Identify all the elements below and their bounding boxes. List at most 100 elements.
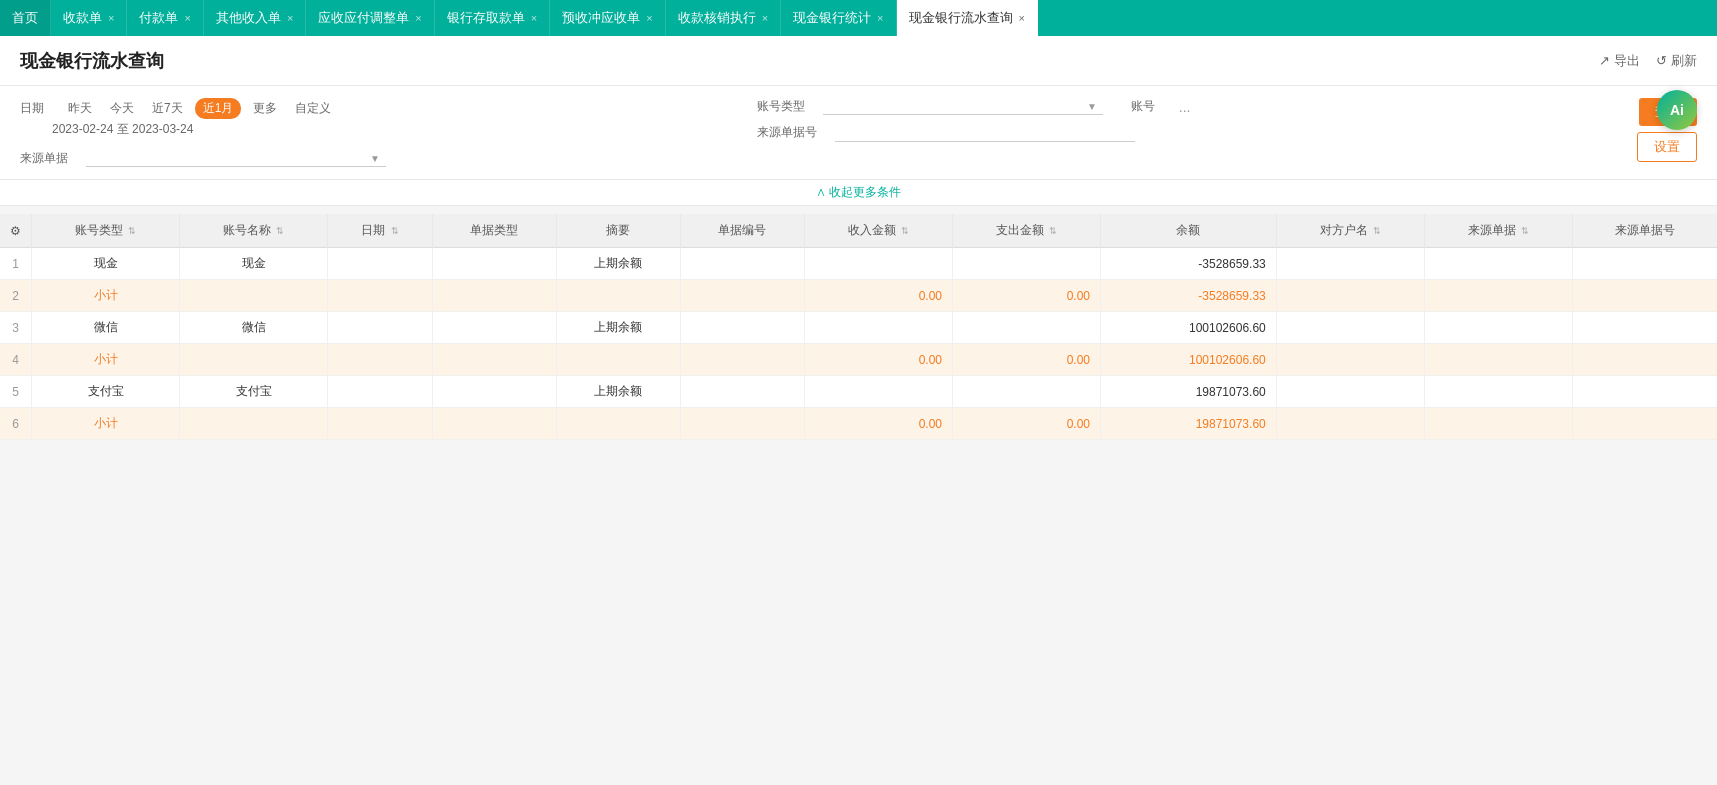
- row-number: 4: [0, 344, 32, 376]
- table-cell: 19871073.60: [1101, 408, 1277, 440]
- date-range-display: 2023-02-24 至 2023-03-24: [52, 122, 193, 136]
- table-cell: [953, 248, 1101, 280]
- col-date[interactable]: 日期 ⇅: [328, 214, 433, 248]
- table-cell: 微信: [180, 312, 328, 344]
- table-row: 1现金现金上期余额-3528659.33: [0, 248, 1717, 280]
- col-income[interactable]: 收入金额 ⇅: [805, 214, 953, 248]
- nav-bank-flow-close[interactable]: ×: [1019, 12, 1025, 24]
- table-cell: 100102606.60: [1101, 344, 1277, 376]
- col-account-name-sort-icon: ⇅: [276, 226, 284, 236]
- table-cell: [180, 408, 328, 440]
- table-cell: [432, 312, 556, 344]
- col-account-name[interactable]: 账号名称 ⇅: [180, 214, 328, 248]
- account-dots[interactable]: ...: [1173, 99, 1197, 115]
- filter-row-source: 来源单据 ▼: [20, 150, 737, 167]
- table-cell: [953, 312, 1101, 344]
- table-cell: [432, 376, 556, 408]
- nav-bank-deposit[interactable]: 银行存取款单 ×: [435, 0, 550, 36]
- ai-badge[interactable]: Ai: [1657, 90, 1697, 130]
- col-expense-label: 支出金额: [996, 223, 1044, 237]
- date-more[interactable]: 更多: [247, 98, 283, 119]
- nav-payments[interactable]: 付款单 ×: [127, 0, 203, 36]
- date-label: 日期: [20, 100, 44, 117]
- header-actions: ↗ 导出 ↺ 刷新: [1599, 52, 1697, 70]
- col-source-doc[interactable]: 来源单据 ⇅: [1424, 214, 1572, 248]
- table-cell: [1276, 408, 1424, 440]
- nav-home[interactable]: 首页: [0, 0, 51, 36]
- table-row: 5支付宝支付宝上期余额19871073.60: [0, 376, 1717, 408]
- top-nav: 首页 收款单 × 付款单 × 其他收入单 × 应收应付调整单 × 银行存取款单 …: [0, 0, 1717, 36]
- col-balance[interactable]: 余额: [1101, 214, 1277, 248]
- nav-receipt-exec-close[interactable]: ×: [762, 12, 768, 24]
- nav-prepay-offset-close[interactable]: ×: [646, 12, 652, 24]
- date-7days[interactable]: 近7天: [146, 98, 189, 119]
- nav-receipt-exec[interactable]: 收款核销执行 ×: [666, 0, 781, 36]
- col-date-sort-icon: ⇅: [391, 226, 399, 236]
- table-cell: [328, 344, 433, 376]
- col-doc-type-label: 单据类型: [470, 223, 518, 237]
- col-expense[interactable]: 支出金额 ⇅: [953, 214, 1101, 248]
- nav-payments-close[interactable]: ×: [184, 12, 190, 24]
- nav-receipts-close[interactable]: ×: [108, 12, 114, 24]
- nav-prepay-offset-label: 预收冲应收单: [562, 9, 640, 27]
- table-cell: [805, 248, 953, 280]
- table-cell: [1424, 408, 1572, 440]
- nav-receipts[interactable]: 收款单 ×: [51, 0, 127, 36]
- col-summary[interactable]: 摘要: [556, 214, 680, 248]
- table-cell: [1424, 248, 1572, 280]
- col-source-doc-no-label: 来源单据号: [1615, 223, 1675, 237]
- table-cell: [1572, 312, 1717, 344]
- export-button[interactable]: ↗ 导出: [1599, 52, 1640, 70]
- table-cell: [1572, 376, 1717, 408]
- nav-bank-stats-close[interactable]: ×: [877, 12, 883, 24]
- table-settings-icon[interactable]: ⚙: [10, 224, 21, 238]
- date-today[interactable]: 今天: [104, 98, 140, 119]
- col-date-label: 日期: [361, 223, 385, 237]
- date-1month[interactable]: 近1月: [195, 98, 242, 119]
- nav-other-income-close[interactable]: ×: [287, 12, 293, 24]
- col-counterpart-sort-icon: ⇅: [1373, 226, 1381, 236]
- col-counterpart-label: 对方户名: [1320, 223, 1368, 237]
- collapse-bar[interactable]: ∧ 收起更多条件: [0, 180, 1717, 206]
- table-cell: [432, 280, 556, 312]
- nav-bank-deposit-close[interactable]: ×: [531, 12, 537, 24]
- table-cell: 0.00: [805, 344, 953, 376]
- col-income-sort-icon: ⇅: [901, 226, 909, 236]
- date-custom[interactable]: 自定义: [289, 98, 337, 119]
- table-cell: [805, 376, 953, 408]
- col-doc-no[interactable]: 单据编号: [680, 214, 804, 248]
- account-type-select[interactable]: ▼: [823, 99, 1103, 115]
- table-cell: [328, 312, 433, 344]
- col-counterpart[interactable]: 对方户名 ⇅: [1276, 214, 1424, 248]
- nav-bank-flow[interactable]: 现金银行流水查询 ×: [897, 0, 1038, 36]
- col-settings[interactable]: ⚙: [0, 214, 32, 248]
- data-table: ⚙ 账号类型 ⇅ 账号名称 ⇅ 日期 ⇅ 单据类型 摘要: [0, 214, 1717, 440]
- source-doc-no-input[interactable]: [835, 123, 1135, 142]
- col-account-type[interactable]: 账号类型 ⇅: [32, 214, 180, 248]
- table-cell: [1572, 280, 1717, 312]
- filter-area: 日期 昨天 今天 近7天 近1月 更多 自定义 2023-02-24 至 202…: [0, 86, 1717, 180]
- nav-bank-stats[interactable]: 现金银行统计 ×: [781, 0, 896, 36]
- date-yesterday[interactable]: 昨天: [62, 98, 98, 119]
- refresh-label: 刷新: [1671, 52, 1697, 70]
- table-cell: 上期余额: [556, 248, 680, 280]
- nav-bank-flow-label: 现金银行流水查询: [909, 9, 1013, 27]
- source-doc-arrow-icon: ▼: [370, 153, 380, 164]
- nav-adjustment-close[interactable]: ×: [415, 12, 421, 24]
- table-cell: [953, 376, 1101, 408]
- col-doc-type[interactable]: 单据类型: [432, 214, 556, 248]
- settings-button[interactable]: 设置: [1637, 132, 1697, 162]
- nav-other-income[interactable]: 其他收入单 ×: [204, 0, 306, 36]
- export-icon: ↗: [1599, 53, 1610, 68]
- table-cell: [556, 408, 680, 440]
- refresh-button[interactable]: ↺ 刷新: [1656, 52, 1697, 70]
- filter-main-row: 日期 昨天 今天 近7天 近1月 更多 自定义 2023-02-24 至 202…: [20, 98, 1697, 167]
- table-cell: [328, 408, 433, 440]
- nav-bank-stats-label: 现金银行统计: [793, 9, 871, 27]
- col-doc-no-label: 单据编号: [718, 223, 766, 237]
- nav-prepay-offset[interactable]: 预收冲应收单 ×: [550, 0, 665, 36]
- col-source-doc-no[interactable]: 来源单据号: [1572, 214, 1717, 248]
- table-header-row: ⚙ 账号类型 ⇅ 账号名称 ⇅ 日期 ⇅ 单据类型 摘要: [0, 214, 1717, 248]
- nav-adjustment[interactable]: 应收应付调整单 ×: [306, 0, 434, 36]
- source-doc-select[interactable]: ▼: [86, 151, 386, 167]
